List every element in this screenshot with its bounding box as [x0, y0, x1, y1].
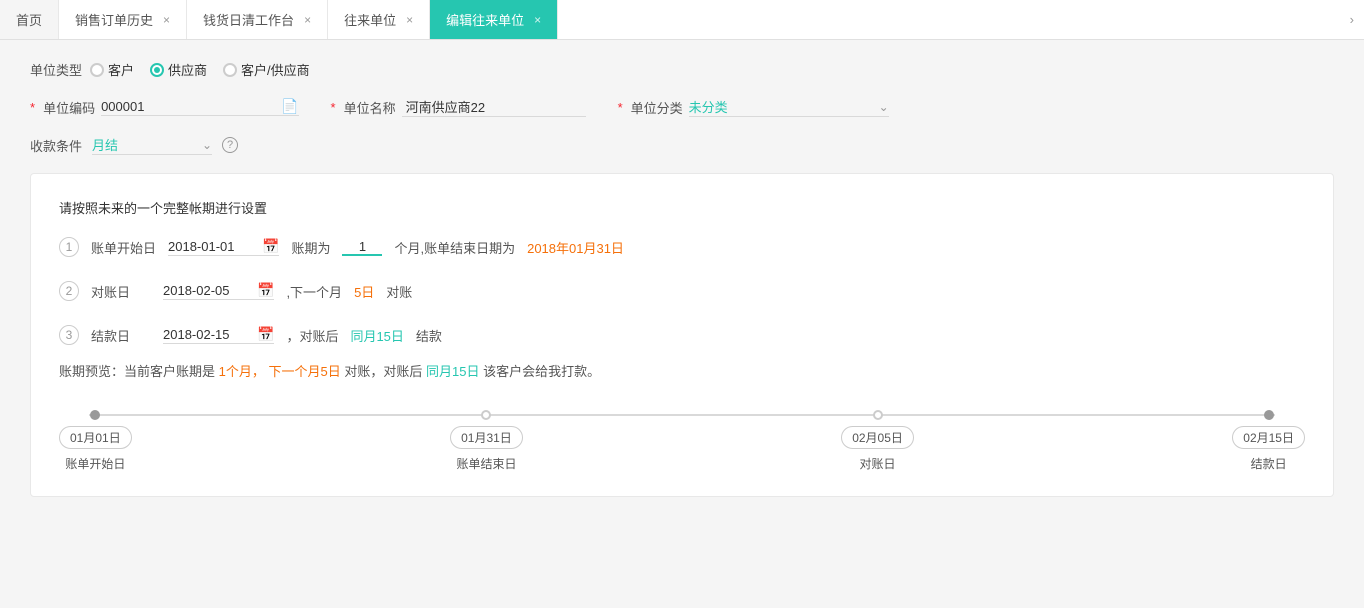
- step3-row: 3 结款日 📅 ，对账后 同月15日 结款: [59, 325, 1305, 345]
- setting-section: 请按照未来的一个完整帐期进行设置 1 账单开始日 📅 账期为 个月,账单结束日期…: [30, 173, 1334, 497]
- radio-both-label: 客户/供应商: [241, 60, 310, 79]
- tab-edit-partner[interactable]: 编辑往来单位 ×: [430, 0, 558, 39]
- step3-desc-prefix: ，对账后: [286, 326, 338, 345]
- radio-customer[interactable]: 客户: [90, 60, 134, 79]
- timeline-dot-3: [873, 410, 883, 420]
- main-content: 单位类型 客户 供应商 客户/供应商 * 单位编码 📄: [0, 40, 1364, 517]
- payment-condition-select[interactable]: 月结 ⌄: [92, 135, 212, 155]
- step3-date-input[interactable]: [163, 327, 253, 342]
- tab-close-cash-work[interactable]: ×: [304, 13, 311, 27]
- unit-name-label: 单位名称: [344, 98, 396, 117]
- preview-suffix: 该客户会给我打款。: [483, 364, 600, 379]
- unit-code-field[interactable]: 📄: [101, 98, 298, 116]
- timeline-sublabel-4: 结款日: [1251, 455, 1287, 472]
- preview-text: 账期预览：当前客户账期是 1个月， 下一个月5日 对账，对账后 同月15日 该客…: [59, 361, 1305, 380]
- unit-category-select[interactable]: 未分类 ⌄: [689, 97, 889, 117]
- tab-cash-work[interactable]: 钱货日清工作台 ×: [187, 0, 328, 39]
- step3-month-day: 同月15日: [350, 326, 403, 345]
- payment-chevron-icon: ⌄: [202, 138, 212, 152]
- step1-row: 1 账单开始日 📅 账期为 个月,账单结束日期为 2018年01月31日: [59, 237, 1305, 257]
- timeline: 01月01日 账单开始日 01月31日 账单结束日 02月05日 对账日: [59, 400, 1305, 472]
- step2-desc-prefix: ,下一个月: [286, 282, 342, 301]
- unit-type-row: 单位类型 客户 供应商 客户/供应商: [30, 60, 1334, 79]
- unit-category-label: 单位分类: [631, 98, 683, 117]
- code-name-category-row: * 单位编码 📄 * 单位名称 * 单位分类 未分类 ⌄: [30, 97, 1334, 117]
- preview-mid: 下一个月5日: [269, 364, 341, 379]
- step3-date-field[interactable]: 📅: [163, 326, 274, 344]
- step2-date-field[interactable]: 📅: [163, 282, 274, 300]
- payment-condition-value: 月结: [92, 135, 198, 154]
- timeline-point-4: 02月15日 结款日: [1232, 410, 1305, 472]
- step2-num: 2: [59, 281, 79, 301]
- step1-desc-prefix: 账期为: [291, 238, 330, 257]
- timeline-date-1: 01月01日: [59, 426, 132, 449]
- step2-label: 对账日: [91, 282, 151, 301]
- preview-period: 1个月，: [219, 364, 265, 379]
- timeline-dot-2: [481, 410, 491, 420]
- unit-type-radio-group: 客户 供应商 客户/供应商: [90, 60, 310, 79]
- step3-num: 3: [59, 325, 79, 345]
- required-star-name: *: [331, 100, 336, 115]
- timeline-sublabel-1: 账单开始日: [65, 455, 125, 472]
- step2-row: 2 对账日 📅 ,下一个月 5日 对账: [59, 281, 1305, 301]
- step1-num: 1: [59, 237, 79, 257]
- step3-desc-suffix: 结款: [416, 326, 442, 345]
- step2-calendar-icon[interactable]: 📅: [257, 282, 274, 299]
- tab-partner[interactable]: 往来单位 ×: [328, 0, 430, 39]
- timeline-dot-1: [90, 410, 100, 420]
- preview-end-date: 同月15日: [426, 364, 479, 379]
- required-star-category: *: [618, 100, 623, 115]
- step3-calendar-icon[interactable]: 📅: [257, 326, 274, 343]
- preview-mid2: 对账，对账后: [344, 364, 422, 379]
- step1-desc-suffix: 个月,账单结束日期为: [394, 238, 515, 257]
- step1-end-date: 2018年01月31日: [527, 238, 624, 257]
- unit-code-icon[interactable]: 📄: [281, 98, 298, 115]
- radio-supplier[interactable]: 供应商: [150, 60, 207, 79]
- timeline-date-3: 02月05日: [841, 426, 914, 449]
- tab-bar: 首页 销售订单历史 × 钱货日清工作台 × 往来单位 × 编辑往来单位 × ›: [0, 0, 1364, 40]
- step3-label: 结款日: [91, 326, 151, 345]
- unit-code-label: 单位编码: [43, 98, 95, 117]
- radio-supplier-label: 供应商: [168, 60, 207, 79]
- timeline-point-1: 01月01日 账单开始日: [59, 410, 132, 472]
- timeline-point-3: 02月05日 对账日: [841, 410, 914, 472]
- unit-category-value: 未分类: [689, 97, 875, 116]
- radio-both[interactable]: 客户/供应商: [223, 60, 310, 79]
- step2-month-day: 5日: [354, 282, 374, 301]
- step2-date-input[interactable]: [163, 283, 253, 298]
- timeline-sublabel-3: 对账日: [860, 455, 896, 472]
- help-icon[interactable]: ?: [222, 137, 238, 153]
- tab-close-edit-partner[interactable]: ×: [534, 13, 541, 27]
- timeline-sublabel-2: 账单结束日: [456, 455, 516, 472]
- timeline-points: 01月01日 账单开始日 01月31日 账单结束日 02月05日 对账日: [59, 410, 1305, 472]
- radio-customer-label: 客户: [108, 60, 134, 79]
- radio-circle-both: [223, 63, 237, 77]
- preview-prefix: 账期预览：当前客户账期是: [59, 364, 215, 379]
- unit-name-input[interactable]: [402, 97, 586, 117]
- step1-period-input[interactable]: [342, 239, 382, 256]
- radio-circle-supplier: [150, 63, 164, 77]
- category-chevron-icon: ⌄: [879, 100, 889, 114]
- step1-date-field[interactable]: 📅: [168, 238, 279, 256]
- step1-date-input[interactable]: [168, 239, 258, 254]
- required-star-code: *: [30, 100, 35, 115]
- step2-desc-suffix: 对账: [386, 282, 412, 301]
- timeline-point-2: 01月31日 账单结束日: [450, 410, 523, 472]
- timeline-date-4: 02月15日: [1232, 426, 1305, 449]
- step1-label: 账单开始日: [91, 238, 156, 257]
- tab-home[interactable]: 首页: [0, 0, 59, 39]
- tab-close-sales-history[interactable]: ×: [163, 13, 170, 27]
- radio-circle-customer: [90, 63, 104, 77]
- unit-type-label: 单位类型: [30, 60, 82, 79]
- unit-code-input[interactable]: [101, 99, 277, 114]
- payment-condition-row: 收款条件 月结 ⌄ ?: [30, 135, 1334, 155]
- tab-sales-history[interactable]: 销售订单历史 ×: [59, 0, 187, 39]
- timeline-date-2: 01月31日: [450, 426, 523, 449]
- tab-more-arrow[interactable]: ›: [1340, 0, 1364, 39]
- section-title: 请按照未来的一个完整帐期进行设置: [59, 198, 1305, 217]
- payment-condition-label: 收款条件: [30, 136, 82, 155]
- timeline-dot-4: [1264, 410, 1274, 420]
- tab-close-partner[interactable]: ×: [406, 13, 413, 27]
- step1-calendar-icon[interactable]: 📅: [262, 238, 279, 255]
